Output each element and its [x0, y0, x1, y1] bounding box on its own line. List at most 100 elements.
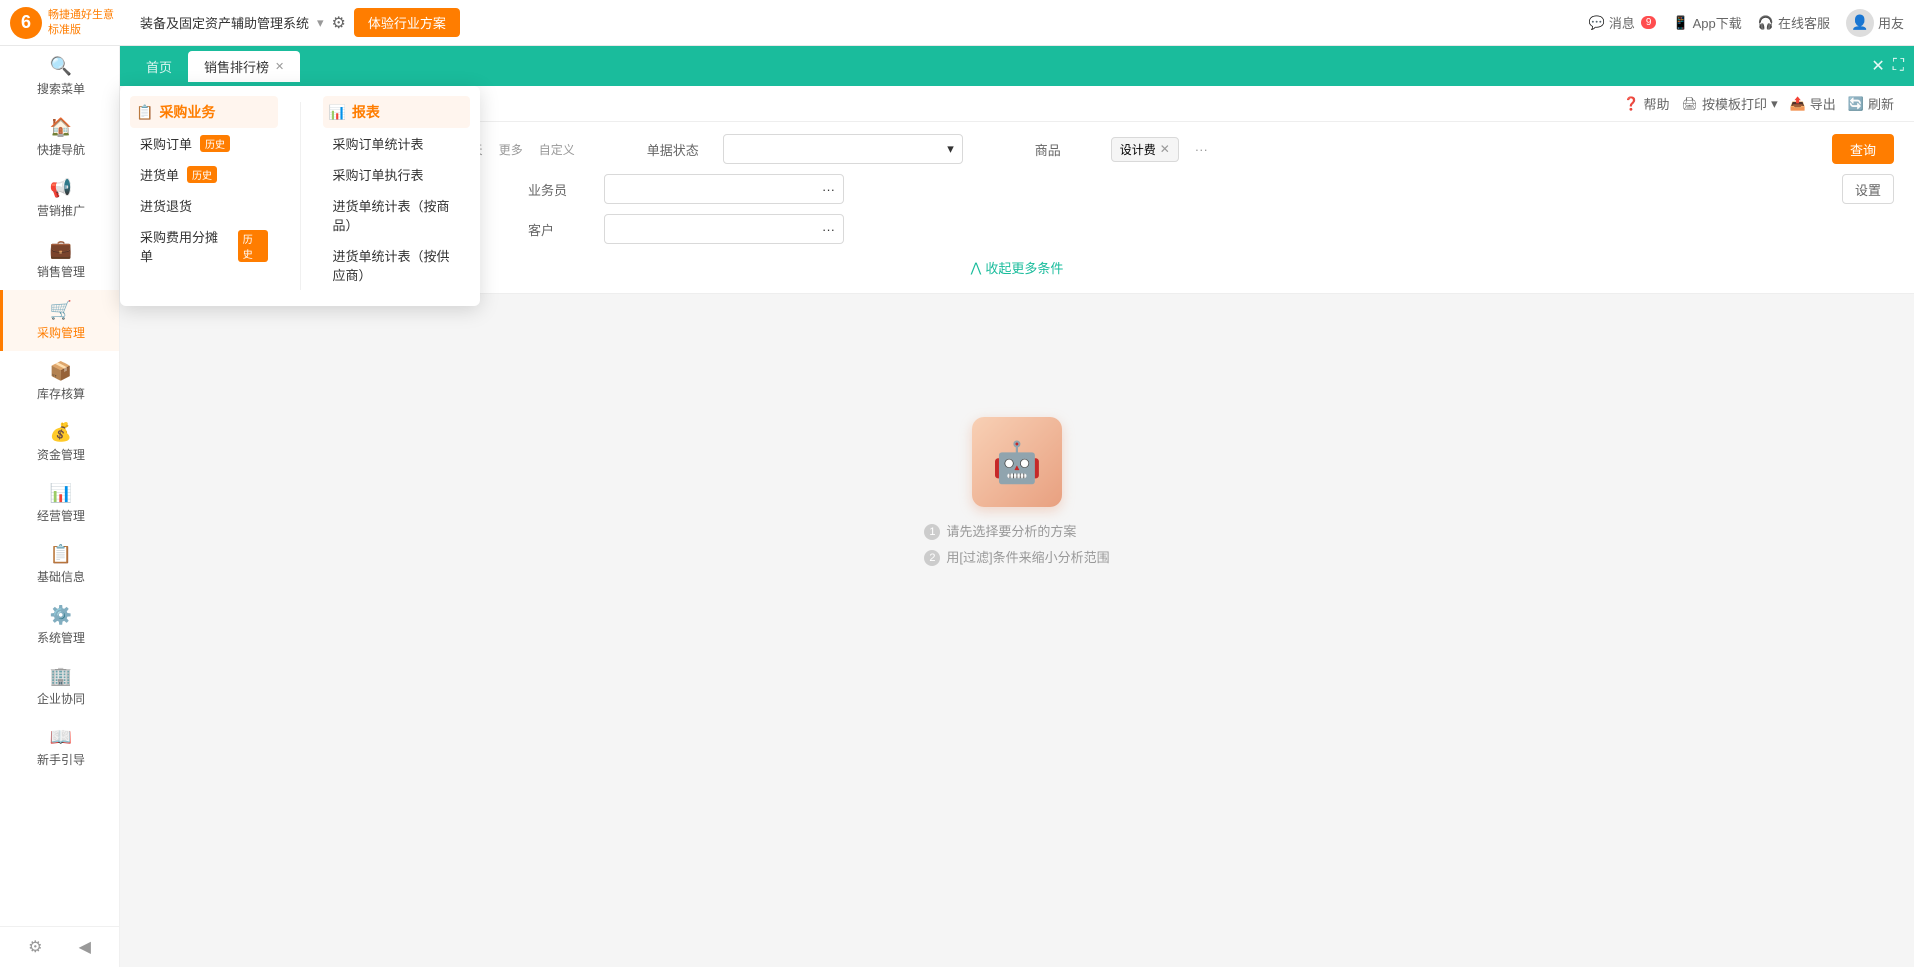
return-label: 进货退货 [140, 196, 192, 215]
menu-divider [300, 102, 301, 290]
step2-num: 2 [924, 550, 940, 566]
menu-item-incoming-stats-goods[interactable]: 进货单统计表（按商品） [329, 190, 465, 240]
history-badge-3: 历史 [238, 230, 268, 262]
settings-icon[interactable]: ⚙ [332, 13, 346, 33]
refresh-btn[interactable]: 🔄 刷新 [1848, 94, 1894, 113]
sidebar-label-enterprise: 企业协同 [37, 690, 85, 707]
purchase-biz-col: 📋 采购业务 采购订单 历史 进货单 历史 进货退货 采购费用分摊单 历史 [136, 102, 272, 290]
biz-col-title: 📋 采购业务 [130, 96, 278, 128]
sidebar-item-enterprise[interactable]: 🏢 企业协同 [0, 656, 119, 717]
sidebar-label-system: 系统管理 [37, 629, 85, 646]
topbar: 6 畅捷通好生意 标准版 装备及固定资产辅助管理系统 ▾ ⚙ 体验行业方案 💬 … [0, 0, 1914, 46]
step2-text: 用[过滤]条件来缩小分析范围 [946, 545, 1109, 571]
settings-btn[interactable]: 设置 [1842, 174, 1894, 204]
tabbar-close-icon[interactable]: ✕ [1871, 56, 1884, 76]
incoming-stats-goods-label: 进货单统计表（按商品） [333, 196, 461, 234]
history-badge-2: 历史 [187, 166, 217, 183]
customer-select[interactable]: ··· [604, 214, 844, 244]
goods-tag-value: 设计费 [1120, 141, 1156, 158]
doc-status-label: 单据状态 [647, 140, 707, 159]
shortcut-custom[interactable]: 自定义 [539, 141, 575, 158]
sidebar-item-basic[interactable]: 📋 基础信息 [0, 534, 119, 595]
menu-item-return[interactable]: 进货退货 [136, 190, 272, 221]
menu-item-incoming-stats-supplier[interactable]: 进货单统计表（按供应商） [329, 240, 465, 290]
user-btn[interactable]: 👤 用友 [1846, 9, 1904, 37]
report-col-title: 📊 报表 [323, 96, 471, 128]
empty-text: 1 请先选择要分析的方案 2 用[过滤]条件来缩小分析范围 [924, 519, 1109, 571]
export-icon: 📤 [1790, 96, 1806, 112]
tab-home-label: 首页 [146, 57, 172, 76]
avatar: 👤 [1846, 9, 1874, 37]
message-icon: 💬 [1589, 15, 1605, 31]
help-icon: ❓ [1623, 96, 1639, 112]
sidebar-label-guide: 新手引导 [37, 751, 85, 768]
sidebar-collapse-btn[interactable]: ◀ [79, 937, 91, 957]
message-btn[interactable]: 💬 消息 9 [1589, 13, 1657, 32]
print-dropdown-icon[interactable]: ▾ [1771, 96, 1778, 112]
salesman-select[interactable]: ··· [604, 174, 844, 204]
industry-btn[interactable]: 体验行业方案 [354, 8, 460, 37]
guide-icon: 📖 [50, 727, 72, 748]
sidebar-item-capital[interactable]: 💰 资金管理 [0, 412, 119, 473]
empty-state: 🤖 1 请先选择要分析的方案 2 用[过滤]条件来缩小分析范围 [120, 294, 1914, 694]
purchase-order-label: 采购订单 [140, 134, 192, 153]
history-badge-1: 历史 [200, 135, 230, 152]
app-download-btn[interactable]: 📱 App下载 [1672, 13, 1741, 32]
sidebar-item-purchase[interactable]: 🛒 采购管理 [0, 290, 119, 351]
search-icon: 🔍 [50, 56, 72, 77]
sidebar-label-inventory: 库存核算 [37, 385, 85, 402]
doc-status-select[interactable]: ▾ [723, 134, 963, 164]
logo: 6 畅捷通好生意 标准版 [10, 7, 130, 39]
tab-sales-rank[interactable]: 销售排行榜 ✕ [188, 51, 300, 82]
menu-item-order-exec[interactable]: 采购订单执行表 [329, 159, 465, 190]
marketing-icon: 📢 [50, 178, 72, 199]
sidebar-settings-btn[interactable]: ⚙ [28, 937, 42, 957]
phone-icon: 📱 [1672, 15, 1688, 31]
sidebar-item-inventory[interactable]: 📦 库存核算 [0, 351, 119, 412]
topbar-right: 💬 消息 9 📱 App下载 🎧 在线客服 👤 用友 [1589, 9, 1904, 37]
export-btn[interactable]: 📤 导出 [1790, 94, 1836, 113]
goods-tag-close[interactable]: ✕ [1160, 142, 1170, 156]
sidebar-item-guide[interactable]: 📖 新手引导 [0, 717, 119, 778]
sidebar-item-search[interactable]: 🔍 搜索菜单 [0, 46, 119, 107]
print-icon: 🖨 [1682, 96, 1699, 112]
sidebar-item-nav[interactable]: 🏠 快捷导航 [0, 107, 119, 168]
empty-illustration: 🤖 [972, 417, 1062, 507]
purchase-dropdown: 📋 采购业务 采购订单 历史 进货单 历史 进货退货 采购费用分摊单 历史 📊 … [120, 86, 480, 306]
system-name: 装备及固定资产辅助管理系统 [140, 13, 309, 32]
step1-text: 请先选择要分析的方案 [946, 519, 1076, 545]
menu-item-order-stats[interactable]: 采购订单统计表 [329, 128, 465, 159]
customer-dots[interactable]: ··· [822, 222, 835, 237]
sidebar-item-marketing[interactable]: 📢 营销推广 [0, 168, 119, 229]
tabbar-expand-icon[interactable]: ⛶ [1893, 57, 1904, 75]
tab-close-icon[interactable]: ✕ [275, 60, 284, 73]
report-icon: 📊 [329, 104, 346, 121]
online-service-btn[interactable]: 🎧 在线客服 [1758, 13, 1830, 32]
sidebar-label-search: 搜索菜单 [37, 80, 85, 97]
tabbar: 首页 销售排行榜 ✕ ✕ ⛶ [120, 46, 1914, 86]
print-btn[interactable]: 🖨 按模板打印 ▾ [1682, 94, 1778, 113]
query-btn[interactable]: 查询 [1832, 134, 1894, 164]
sidebar-label-capital: 资金管理 [37, 446, 85, 463]
topbar-system: 装备及固定资产辅助管理系统 ▾ ⚙ 体验行业方案 [130, 8, 1589, 37]
menu-item-incoming[interactable]: 进货单 历史 [136, 159, 272, 190]
goods-tag: 设计费 ✕ [1111, 137, 1179, 162]
tabbar-actions: ✕ ⛶ [1871, 56, 1904, 76]
menu-item-cost[interactable]: 采购费用分摊单 历史 [136, 221, 272, 271]
sidebar: 🔍 搜索菜单 🏠 快捷导航 📢 营销推广 💼 销售管理 🛒 采购管理 📦 库存核… [0, 46, 120, 967]
shortcut-more[interactable]: 更多 [499, 141, 523, 158]
logo-text: 畅捷通好生意 标准版 [48, 8, 114, 37]
sales-icon: 💼 [50, 239, 72, 260]
tab-home[interactable]: 首页 [130, 51, 188, 82]
help-btn[interactable]: ❓ 帮助 [1623, 94, 1669, 113]
system-dropdown-icon[interactable]: ▾ [317, 15, 324, 31]
salesman-dots[interactable]: ··· [822, 182, 835, 197]
sidebar-item-system[interactable]: ⚙️ 系统管理 [0, 595, 119, 656]
salesman-label: 业务员 [528, 180, 588, 199]
sidebar-item-operation[interactable]: 📊 经营管理 [0, 473, 119, 534]
menu-item-purchase-order[interactable]: 采购订单 历史 [136, 128, 272, 159]
sidebar-label-marketing: 营销推广 [37, 202, 85, 219]
sidebar-item-sales[interactable]: 💼 销售管理 [0, 229, 119, 290]
goods-dots[interactable]: ··· [1195, 142, 1208, 157]
basic-icon: 📋 [50, 544, 72, 565]
